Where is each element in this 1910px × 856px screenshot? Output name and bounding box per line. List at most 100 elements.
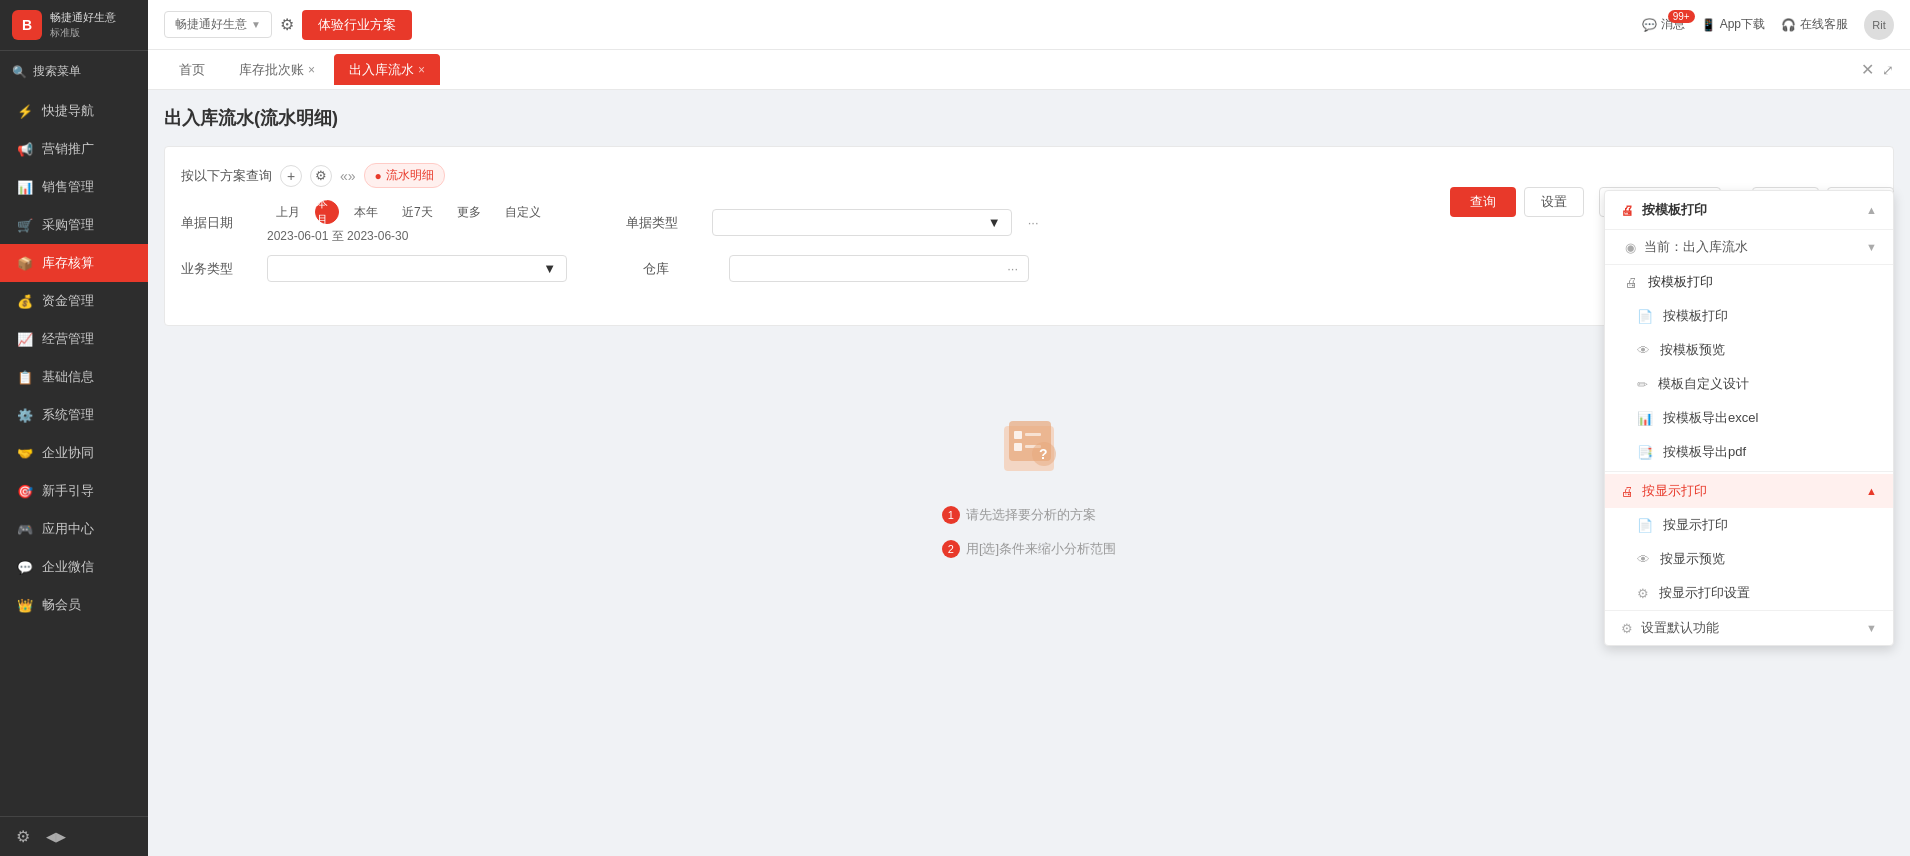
filter-collapse-icon[interactable]: «» bbox=[340, 168, 356, 184]
empty-step-2: 2 用[选]条件来缩小分析范围 bbox=[942, 536, 1116, 562]
sidebar-item-purchase[interactable]: 🛒 采购管理 bbox=[0, 206, 148, 244]
collapse-sidebar-btn[interactable]: ◀▶ bbox=[46, 829, 66, 844]
step-2-text: 用[选]条件来缩小分析范围 bbox=[966, 536, 1116, 562]
display-print-chevron-up[interactable]: ▲ bbox=[1866, 485, 1877, 497]
sidebar-item-wechat[interactable]: 💬 企业微信 bbox=[0, 548, 148, 586]
quick-nav-icon: ⚡ bbox=[16, 102, 34, 120]
print-dropdown-panel: 🖨 按模板打印 ▲ ◉ 当前：出入库流水 ▼ 🖨 bbox=[1604, 190, 1894, 646]
sidebar-item-finance[interactable]: 💰 资金管理 bbox=[0, 282, 148, 320]
settings-bottom-icon[interactable]: ⚙ bbox=[16, 827, 30, 846]
template-export-pdf-item[interactable]: 📑 按模板导出pdf bbox=[1605, 435, 1893, 469]
display-print-label: 按显示打印 bbox=[1663, 516, 1728, 534]
svg-rect-4 bbox=[1014, 443, 1022, 451]
sidebar-item-app-center[interactable]: 🎮 应用中心 bbox=[0, 510, 148, 548]
warehouse-select[interactable]: ··· bbox=[729, 255, 1029, 282]
sidebar-search-area[interactable]: 🔍 搜索菜单 bbox=[0, 51, 148, 92]
tab-batch-account-close[interactable]: × bbox=[308, 63, 315, 77]
topbar-gear-icon[interactable]: ⚙ bbox=[280, 15, 294, 34]
tabs-close-all-btn[interactable]: ✕ bbox=[1861, 60, 1874, 79]
template-custom-item[interactable]: ✏ 模板自定义设计 bbox=[1605, 367, 1893, 401]
template-print-section-header[interactable]: 🖨 按模板打印 bbox=[1605, 265, 1893, 299]
tab-batch-account[interactable]: 库存批次账 × bbox=[224, 54, 330, 85]
shortcut-this-year[interactable]: 本年 bbox=[345, 201, 387, 224]
sidebar-item-operations[interactable]: 📈 经营管理 bbox=[0, 320, 148, 358]
dropdown-header-chevron-up[interactable]: ▲ bbox=[1866, 204, 1877, 216]
doc-type-select[interactable]: ▼ bbox=[712, 209, 1012, 236]
sidebar-item-label: 库存核算 bbox=[42, 254, 94, 272]
main-area: 畅捷通好生意 ▼ ⚙ 体验行业方案 💬 消息 99+ 📱 App下载 🎧 在线客… bbox=[148, 0, 1910, 856]
query-btn[interactable]: 查询 bbox=[1450, 187, 1516, 217]
biz-type-select[interactable]: ▼ bbox=[267, 255, 567, 282]
shortcut-custom[interactable]: 自定义 bbox=[496, 201, 550, 224]
current-chevron-down[interactable]: ▼ bbox=[1866, 241, 1877, 253]
sidebar-item-guide[interactable]: 🎯 新手引导 bbox=[0, 472, 148, 510]
display-preview-item[interactable]: 👁 按显示预览 bbox=[1605, 542, 1893, 576]
sidebar-item-inventory[interactable]: 📦 库存核算 bbox=[0, 244, 148, 282]
display-settings-icon: ⚙ bbox=[1637, 586, 1649, 601]
shortcut-this-month[interactable]: 本月 bbox=[315, 200, 339, 224]
tab-inout-flow[interactable]: 出入库流水 × bbox=[334, 54, 440, 85]
message-btn[interactable]: 💬 消息 99+ bbox=[1642, 16, 1685, 33]
display-preview-icon: 👁 bbox=[1637, 552, 1650, 567]
sidebar-item-collab[interactable]: 🤝 企业协同 bbox=[0, 434, 148, 472]
warehouse-label: 仓库 bbox=[643, 260, 713, 278]
filter-header: 按以下方案查询 + ⚙ «» ● 流水明细 bbox=[181, 163, 1877, 188]
filter-add-btn[interactable]: + bbox=[280, 165, 302, 187]
shortcut-more[interactable]: 更多 bbox=[448, 201, 490, 224]
sidebar-item-base[interactable]: 📋 基础信息 bbox=[0, 358, 148, 396]
shortcut-recent-7[interactable]: 近7天 bbox=[393, 201, 442, 224]
shortcut-last-month[interactable]: 上月 bbox=[267, 201, 309, 224]
display-print-section-header[interactable]: 🖨 按显示打印 ▲ bbox=[1605, 474, 1893, 508]
footer-settings-icon: ⚙ bbox=[1621, 621, 1633, 636]
user-select-dropdown[interactable]: 畅捷通好生意 ▼ bbox=[164, 11, 272, 38]
settings-btn[interactable]: 设置 bbox=[1524, 187, 1584, 217]
display-print-item[interactable]: 📄 按显示打印 bbox=[1605, 508, 1893, 542]
sidebar-item-label: 快捷导航 bbox=[42, 102, 94, 120]
template-export-excel-item[interactable]: 📊 按模板导出excel bbox=[1605, 401, 1893, 435]
empty-text: 1 请先选择要分析的方案 2 用[选]条件来缩小分析范围 bbox=[942, 502, 1116, 562]
app-download-btn[interactable]: 📱 App下载 bbox=[1701, 16, 1765, 33]
topbar-left: 畅捷通好生意 ▼ ⚙ 体验行业方案 bbox=[164, 10, 1630, 40]
empty-icon: ? bbox=[989, 406, 1069, 486]
message-icon: 💬 bbox=[1642, 18, 1657, 32]
page-title: 出入库流水(流水明细) bbox=[164, 106, 1894, 130]
sidebar-bottom: ⚙ ◀▶ bbox=[0, 816, 148, 856]
warehouse-more-icon[interactable]: ··· bbox=[1007, 261, 1018, 276]
step-1-text: 请先选择要分析的方案 bbox=[966, 502, 1096, 528]
topbar-right: 💬 消息 99+ 📱 App下载 🎧 在线客服 Rit bbox=[1642, 10, 1894, 40]
date-label: 单据日期 bbox=[181, 214, 251, 232]
display-print-section-title: 按显示打印 bbox=[1642, 482, 1707, 500]
doc-type-more-icon[interactable]: ··· bbox=[1028, 215, 1039, 230]
sidebar-item-member[interactable]: 👑 畅会员 bbox=[0, 586, 148, 624]
user-avatar[interactable]: Rit bbox=[1864, 10, 1894, 40]
tabs-bar: 首页 库存批次账 × 出入库流水 × ✕ ⤢ bbox=[148, 50, 1910, 90]
display-print-settings-item[interactable]: ⚙ 按显示打印设置 bbox=[1605, 576, 1893, 610]
doc-type-label: 单据类型 bbox=[626, 214, 696, 232]
tab-home[interactable]: 首页 bbox=[164, 54, 220, 85]
sidebar-item-marketing[interactable]: 📢 营销推广 bbox=[0, 130, 148, 168]
template-preview-item[interactable]: 👁 按模板预览 bbox=[1605, 333, 1893, 367]
template-export-excel-label: 按模板导出excel bbox=[1663, 409, 1758, 427]
member-icon: 👑 bbox=[16, 596, 34, 614]
template-print-item[interactable]: 📄 按模板打印 bbox=[1605, 299, 1893, 333]
dropdown-footer[interactable]: ⚙ 设置默认功能 ▼ bbox=[1605, 610, 1893, 645]
trial-btn[interactable]: 体验行业方案 bbox=[302, 10, 412, 40]
tabs-expand-btn[interactable]: ⤢ bbox=[1882, 62, 1894, 78]
display-print-section: 🖨 按显示打印 ▲ 📄 按显示打印 👁 按显示预览 ⚙ bbox=[1605, 474, 1893, 610]
sidebar-item-quick-nav[interactable]: ⚡ 快捷导航 bbox=[0, 92, 148, 130]
filter-settings-btn[interactable]: ⚙ bbox=[310, 165, 332, 187]
step-1-num: 1 bbox=[942, 506, 960, 524]
sidebar-item-sales[interactable]: 📊 销售管理 bbox=[0, 168, 148, 206]
inventory-icon: 📦 bbox=[16, 254, 34, 272]
purchase-icon: 🛒 bbox=[16, 216, 34, 234]
filter-tag-item[interactable]: ● 流水明细 bbox=[364, 163, 445, 188]
tab-inout-flow-close[interactable]: × bbox=[418, 63, 425, 77]
search-menu-btn[interactable]: 🔍 搜索菜单 bbox=[12, 59, 136, 84]
sidebar-item-system[interactable]: ⚙️ 系统管理 bbox=[0, 396, 148, 434]
footer-content: ⚙ 设置默认功能 bbox=[1621, 619, 1719, 637]
online-service-btn[interactable]: 🎧 在线客服 bbox=[1781, 16, 1848, 33]
display-print-section-icon: 🖨 bbox=[1621, 484, 1634, 499]
message-badge: 99+ bbox=[1668, 10, 1695, 23]
tab-home-label: 首页 bbox=[179, 61, 205, 79]
current-label-area: ◉ 当前：出入库流水 bbox=[1625, 238, 1748, 256]
